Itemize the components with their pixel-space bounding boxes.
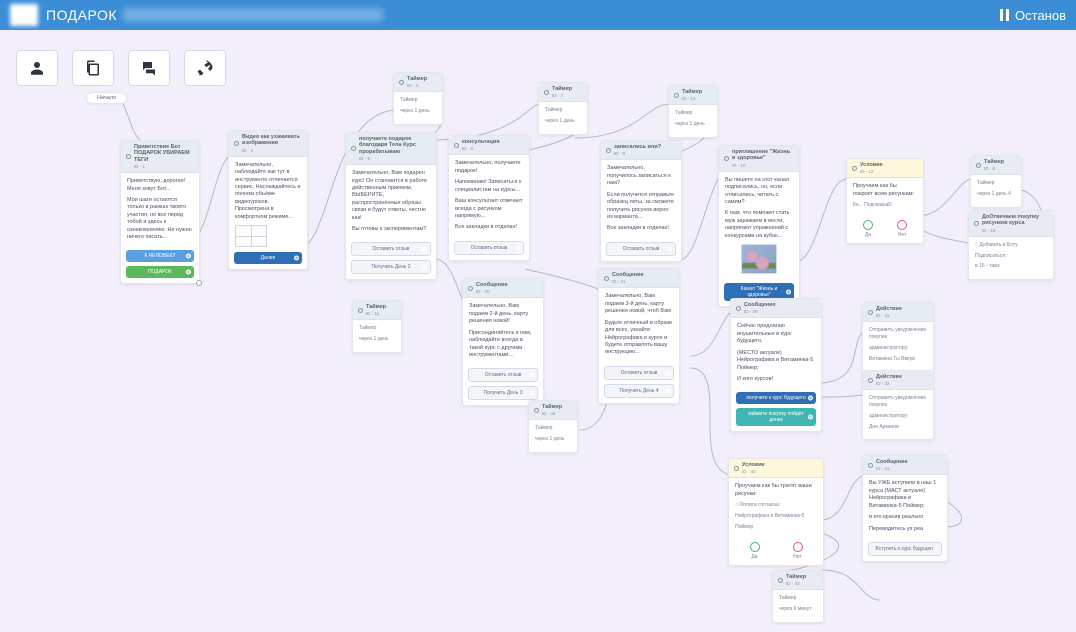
btn-to-human[interactable]: К ЧЕЛОВЕКУ: [126, 250, 194, 262]
node-action-17[interactable]: ДействиеID · 31 Отправить уведомление по…: [862, 302, 934, 372]
node-video[interactable]: Видео как ухаживать изображенияID · 2 За…: [228, 130, 308, 270]
port-no[interactable]: Нет: [897, 220, 907, 238]
node-msg-16[interactable]: СообщениеID · 30 Сейчас предлагаю внушит…: [730, 298, 822, 432]
btn-review-8[interactable]: Оставить отзыв: [606, 242, 676, 256]
start-node[interactable]: Начало: [86, 92, 127, 104]
node-timer-22[interactable]: ТаймерID · 43 Таймерчерез 1 день: [528, 400, 578, 453]
page-title: ПОДАРОК: [46, 7, 117, 23]
node-timer-7[interactable]: ТаймерID · 13 Таймерчерез 1 день: [668, 85, 718, 138]
node-condition-19[interactable]: УсловиеID · 40 Проучаем как бы тратят ва…: [728, 458, 824, 566]
node-msg-20[interactable]: СообщениеID · 41 Вы УЖЕ вступили в наш 1…: [862, 455, 948, 562]
node-msg-14[interactable]: СообщениеID · 20 Замечательно, Вам подае…: [462, 278, 544, 406]
btn-review-6[interactable]: Оставить отзыв: [454, 241, 524, 255]
btn-review-14[interactable]: Оставить отзыв: [468, 368, 538, 382]
btn-next[interactable]: Далее: [234, 252, 302, 264]
node-consult[interactable]: консультацияID · 8 Замечательно, получае…: [448, 135, 530, 261]
pause-icon: [1000, 9, 1009, 21]
node-welcome[interactable]: Приветствие Бот ПОДАРОК УБИРАЕМ ТЕГИID ·…: [120, 140, 200, 284]
btn-future[interactable]: получите к курс будущего: [736, 392, 816, 404]
title-blurred: [123, 8, 383, 22]
node-signed[interactable]: записались или?ID · 9 Замечательно, полу…: [600, 140, 682, 262]
node-timer-5[interactable]: ТаймерID · 7 Таймерчерез 1 день: [538, 82, 588, 135]
stop-label: Останов: [1015, 8, 1066, 23]
btn-review-15[interactable]: Оставить отзыв: [604, 366, 674, 380]
btn-buy-day[interactable]: займите покупку пойдёт денек: [736, 408, 816, 426]
port-yes-19[interactable]: Да: [750, 542, 760, 560]
btn-day3[interactable]: Получить День 3: [468, 386, 538, 400]
node-timer-13[interactable]: ТаймерID · 11 Таймерчерез 1 день: [352, 300, 402, 353]
node-timer-11[interactable]: ТаймерID · 6 Таймерчерез 1 день 4: [970, 155, 1022, 208]
btn-review-4[interactable]: Оставить отзыв: [351, 242, 431, 256]
stop-button[interactable]: Останов: [1000, 8, 1066, 23]
btn-day4[interactable]: Получить День 4: [604, 384, 674, 398]
node-buying[interactable]: ДоОтвечаем покупку рисунков курсаID · 15…: [968, 210, 1054, 280]
top-bar: ПОДАРОК Останов: [0, 0, 1076, 30]
node-invite[interactable]: приглашение "Жизнь и здоровье"ID · 10 Вы…: [718, 145, 800, 307]
btn-future-20[interactable]: Вступить к курс будущего: [868, 542, 942, 556]
node-gift-course[interactable]: получаете подарок благодаря Тела Курс пр…: [345, 132, 437, 280]
node-msg-15[interactable]: СообщениеID · 21 Замечательно, Вам подае…: [598, 268, 680, 404]
node-timer-3[interactable]: ТаймерID · 4 Таймерчерез 1 день: [393, 72, 443, 125]
port-yes[interactable]: Да: [863, 220, 873, 238]
btn-day2[interactable]: Получить День 2: [351, 260, 431, 274]
btn-gift[interactable]: ПОДАРОК: [126, 266, 194, 278]
port-no-19[interactable]: Нет: [793, 542, 803, 560]
canvas[interactable]: Начало Приветствие Бот ПОДАРОК УБИРАЕМ Т…: [0, 30, 1076, 632]
image-thumb: [741, 244, 777, 274]
node-condition-10[interactable]: УсловиеID · 12 Проучаем как бы покроет в…: [846, 158, 924, 244]
grid-thumb-icon: [235, 225, 267, 247]
node-timer-21[interactable]: ТаймерID · 42 Таймерчерез 6 минут: [772, 570, 824, 623]
node-action-18[interactable]: ДействиеID · 32 Отправить уведомление по…: [862, 370, 934, 440]
avatar: [10, 4, 38, 26]
